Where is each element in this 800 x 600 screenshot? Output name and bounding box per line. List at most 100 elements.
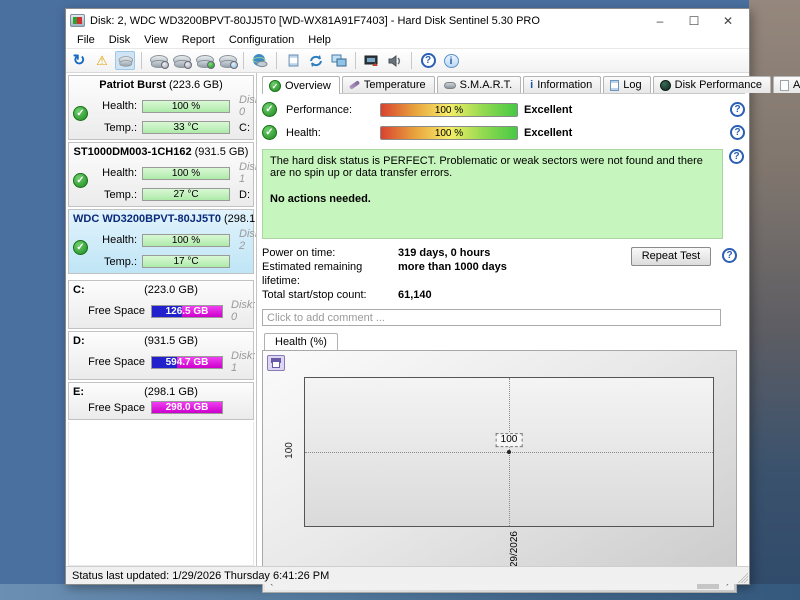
tab-information[interactable]: i Information bbox=[523, 76, 602, 93]
help-icon[interactable]: ? bbox=[730, 102, 745, 117]
health-meter: 100 % bbox=[142, 99, 230, 113]
network-drive-icon[interactable] bbox=[250, 51, 270, 70]
window-title: Disk: 2, WDC WD3200BPVT-80JJ5T0 [WD-WX81… bbox=[90, 14, 540, 27]
disk-number: Disk: 0 bbox=[239, 94, 256, 118]
status-text: The hard disk status is PERFECT. Problem… bbox=[270, 155, 703, 179]
sidebar-empty-area bbox=[68, 422, 254, 566]
disk-size: (223.6 GB) bbox=[168, 79, 223, 91]
resize-grip[interactable] bbox=[738, 573, 748, 583]
help-icon[interactable]: ? bbox=[729, 149, 744, 164]
disk-ok-status-icon: ✓ bbox=[73, 239, 88, 255]
menu-help[interactable]: Help bbox=[301, 33, 338, 47]
repeat-test-button[interactable]: Repeat Test bbox=[631, 247, 711, 266]
free-space-label: Free Space bbox=[88, 401, 145, 414]
menu-report[interactable]: Report bbox=[175, 33, 222, 47]
temp-meter: 17 °C bbox=[142, 255, 230, 268]
tab-log[interactable]: Log bbox=[603, 76, 651, 93]
report-icon[interactable] bbox=[283, 51, 303, 70]
edit-computer-icon[interactable] bbox=[362, 51, 382, 70]
sidebar-disk-0[interactable]: ✓ Patriot Burst (223.6 GB) Health: 100 %… bbox=[68, 75, 256, 140]
toolbar-separator bbox=[141, 52, 142, 69]
partition-e[interactable]: E: (298.1 GB) Free Space 298.0 GB bbox=[68, 382, 254, 420]
warning-report-icon[interactable]: ⚠ bbox=[92, 51, 112, 70]
stat-label: Total start/stop count: bbox=[262, 289, 367, 301]
health-ok-icon: ✓ bbox=[262, 125, 277, 140]
chart-plot-area: 100 bbox=[304, 377, 714, 527]
disk-ok-icon[interactable] bbox=[194, 51, 215, 70]
health-chart-panel: 100 100 1/29/2026 ‹ › bbox=[262, 350, 737, 593]
performance-label: Performance: bbox=[286, 103, 353, 116]
comment-input[interactable] bbox=[262, 309, 721, 326]
disk-sidebar: ✓ Patriot Burst (223.6 GB) Health: 100 %… bbox=[66, 73, 257, 566]
toolbar: ↻ ⚠ ? i bbox=[66, 49, 749, 73]
alerts-icon bbox=[780, 79, 790, 91]
disk-surface-view-icon[interactable] bbox=[115, 51, 135, 70]
menu-configuration[interactable]: Configuration bbox=[222, 33, 301, 47]
tab-overview[interactable]: ✓ Overview bbox=[262, 76, 340, 94]
help-icon[interactable]: ? bbox=[730, 125, 745, 140]
tab-bar: ✓ Overview Temperature S.M.A.R.T. i Info… bbox=[262, 76, 800, 94]
temp-meter: 33 °C bbox=[142, 121, 230, 134]
health-label: Health: bbox=[102, 100, 137, 112]
menu-disk[interactable]: Disk bbox=[102, 33, 137, 47]
tab-smart[interactable]: S.M.A.R.T. bbox=[436, 76, 522, 93]
disk-gauge-icon[interactable] bbox=[148, 51, 169, 70]
partition-drive: E: bbox=[73, 386, 84, 398]
free-space-value: 594.7 GB bbox=[165, 356, 209, 368]
log-icon bbox=[610, 79, 620, 91]
temperature-icon bbox=[348, 80, 360, 90]
menu-view[interactable]: View bbox=[137, 33, 175, 47]
save-chart-button[interactable] bbox=[267, 355, 285, 371]
help-icon[interactable]: ? bbox=[418, 51, 438, 70]
disk-performance-icon bbox=[659, 79, 671, 91]
disk-number: Disk: 1 bbox=[239, 161, 256, 185]
help-icon[interactable]: ? bbox=[722, 248, 737, 263]
tab-health-chart[interactable]: Health (%) bbox=[264, 333, 338, 350]
close-button[interactable]: ✕ bbox=[711, 12, 745, 30]
status-bar-text: Status last updated: 1/29/2026 Thursday … bbox=[72, 569, 330, 582]
partition-drive: C: bbox=[73, 284, 85, 296]
disk-statistics: Power on time: 319 days, 0 hours Estimat… bbox=[262, 246, 745, 302]
tab-disk-performance[interactable]: Disk Performance bbox=[652, 76, 772, 93]
partition-c[interactable]: C: (223.0 GB) Free Space 126.5 GB Disk: … bbox=[68, 280, 256, 329]
toolbar-separator bbox=[243, 52, 244, 69]
partition-d[interactable]: D: (931.5 GB) Free Space 594.7 GB Disk: … bbox=[68, 331, 255, 380]
chart-y-tick: 100 bbox=[283, 442, 295, 459]
disk-clock-icon[interactable] bbox=[171, 51, 192, 70]
toolbar-separator bbox=[355, 52, 356, 69]
free-space-bar: 298.0 GB bbox=[151, 401, 223, 414]
sound-alerts-icon[interactable] bbox=[385, 51, 405, 70]
disk-number: Disk: 0 bbox=[231, 299, 256, 323]
health-label: Health: bbox=[102, 167, 137, 179]
free-space-label: Free Space bbox=[88, 356, 145, 368]
free-space-label: Free Space bbox=[88, 305, 145, 317]
tab-alerts[interactable]: Alerts bbox=[773, 76, 800, 93]
sidebar-disk-2-selected[interactable]: ✓ WDC WD3200BPVT-80JJ5T0 (298.1 GB) Heal… bbox=[68, 209, 256, 274]
health-rating: Excellent bbox=[524, 126, 573, 139]
tab-temperature[interactable]: Temperature bbox=[341, 76, 435, 93]
disk-size: (298.1 GB) bbox=[224, 213, 256, 225]
disk-search-icon[interactable] bbox=[217, 51, 238, 70]
information-icon[interactable]: i bbox=[441, 51, 461, 70]
disk-ok-status-icon: ✓ bbox=[73, 105, 88, 121]
disk-ok-status-icon: ✓ bbox=[73, 172, 88, 188]
disk-number: Disk: 2 bbox=[239, 228, 256, 252]
chart-point-label: 100 bbox=[495, 433, 523, 448]
refresh-icon[interactable]: ↻ bbox=[69, 51, 89, 70]
maximize-button[interactable]: ☐ bbox=[677, 12, 711, 30]
sidebar-disk-1[interactable]: ✓ ST1000DM003-1CH162 (931.5 GB) Health: … bbox=[68, 142, 256, 207]
health-row: ✓ Health: 100 % Excellent ? bbox=[262, 125, 745, 140]
menu-file[interactable]: File bbox=[70, 33, 102, 47]
temp-meter: 27 °C bbox=[142, 188, 230, 201]
sync-icon[interactable] bbox=[306, 51, 326, 70]
temp-label: Temp.: bbox=[103, 121, 137, 134]
partition-drive: D: bbox=[73, 335, 85, 347]
minimize-button[interactable]: – bbox=[643, 12, 677, 30]
chart-data-point bbox=[507, 450, 511, 454]
remote-computers-icon[interactable] bbox=[329, 51, 349, 70]
partition-size: (931.5 GB) bbox=[144, 335, 198, 347]
free-space-bar: 126.5 GB bbox=[151, 304, 223, 318]
health-label: Health: bbox=[286, 126, 321, 139]
wallpaper-left bbox=[0, 0, 66, 600]
smart-icon bbox=[443, 81, 456, 89]
